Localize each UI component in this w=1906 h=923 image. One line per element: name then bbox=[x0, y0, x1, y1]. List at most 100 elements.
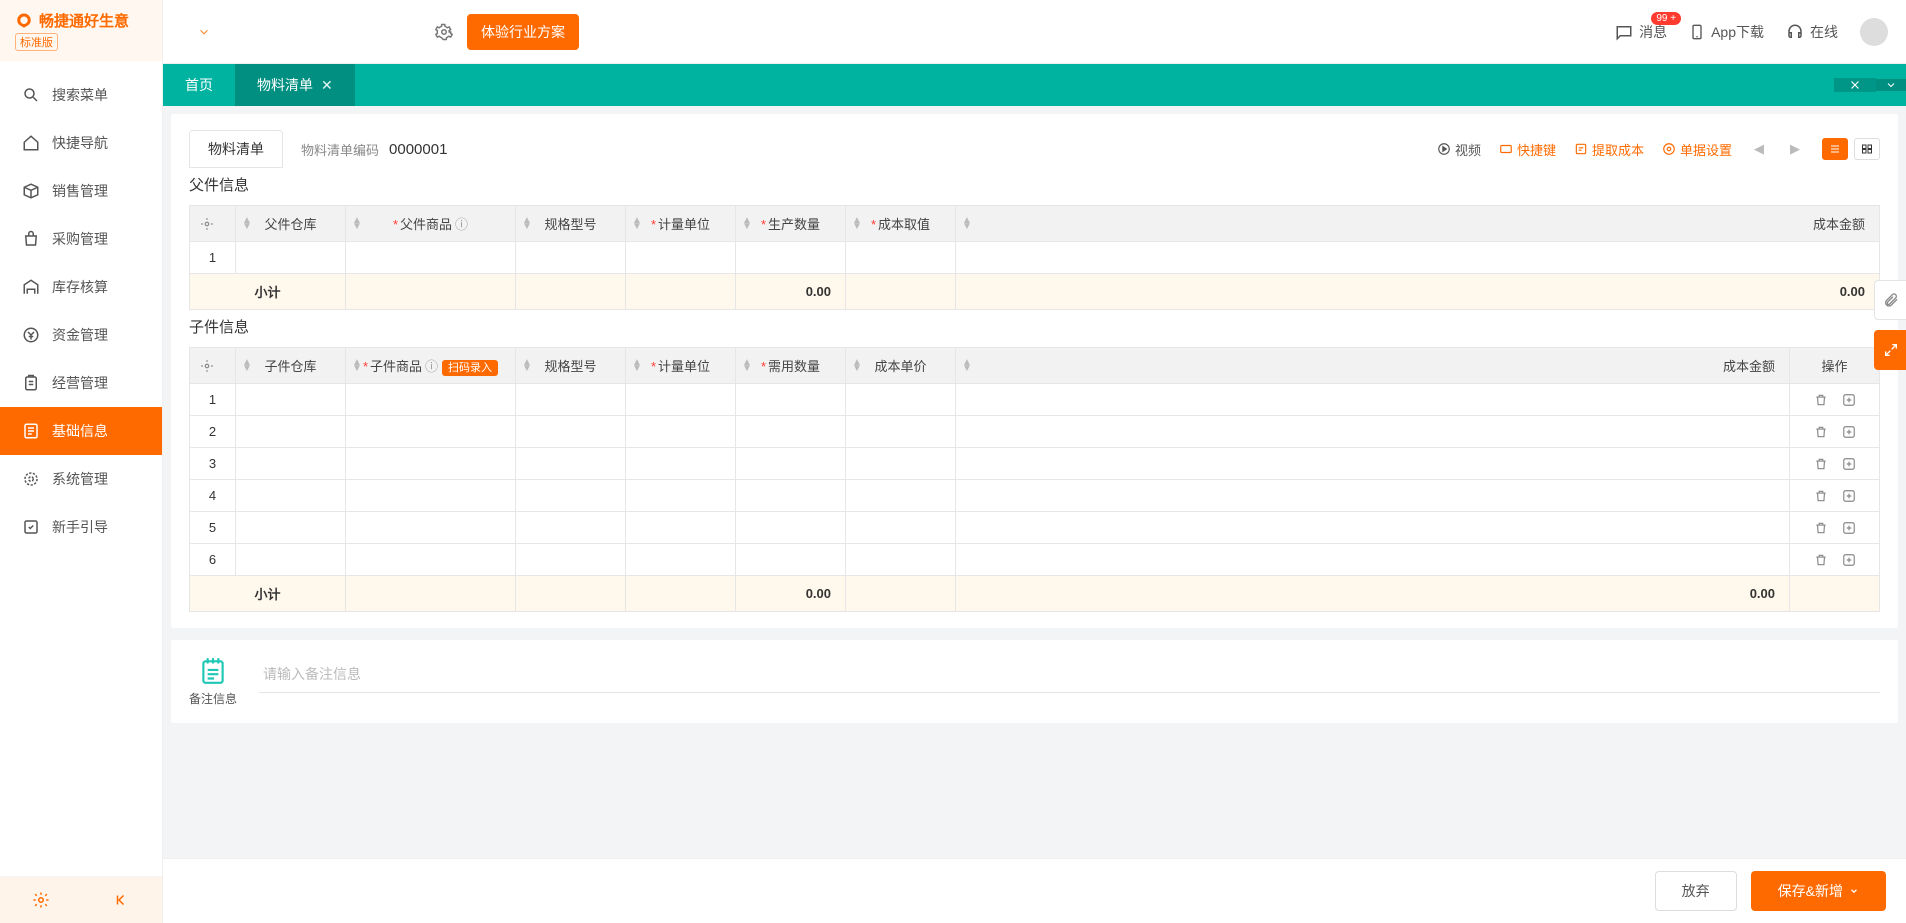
shortcut-link[interactable]: 快捷键 bbox=[1499, 140, 1556, 159]
add-row-icon[interactable] bbox=[1842, 521, 1856, 535]
nav-label: 采购管理 bbox=[52, 229, 108, 249]
nav-label: 搜索菜单 bbox=[52, 85, 108, 105]
delete-row-icon[interactable] bbox=[1814, 393, 1828, 407]
home-icon bbox=[22, 134, 40, 152]
settings-icon[interactable] bbox=[32, 891, 50, 909]
action-label: 快捷键 bbox=[1517, 140, 1556, 159]
delete-row-icon[interactable] bbox=[1814, 457, 1828, 471]
close-icon[interactable]: ✕ bbox=[321, 77, 333, 94]
delete-row-icon[interactable] bbox=[1814, 425, 1828, 439]
nav-funds[interactable]: 资金管理 bbox=[0, 311, 162, 359]
table-row[interactable]: 2 bbox=[190, 416, 1880, 448]
account-select[interactable] bbox=[181, 21, 421, 43]
nav-quicknav[interactable]: 快捷导航 bbox=[0, 119, 162, 167]
promo-button[interactable]: 体验行业方案 bbox=[467, 14, 579, 50]
nav-purchase[interactable]: 采购管理 bbox=[0, 215, 162, 263]
col-config[interactable] bbox=[190, 348, 236, 384]
next-doc[interactable]: ▶ bbox=[1786, 141, 1804, 157]
extract-cost-link[interactable]: 提取成本 bbox=[1574, 140, 1644, 159]
col-parent-cost-method[interactable]: ▲▼*成本取值 bbox=[846, 206, 956, 242]
collapse-icon[interactable] bbox=[113, 891, 131, 909]
add-row-icon[interactable] bbox=[1842, 457, 1856, 471]
add-row-icon[interactable] bbox=[1842, 425, 1856, 439]
float-tabs bbox=[1874, 280, 1906, 370]
col-child-unit[interactable]: ▲▼*计量单位 bbox=[626, 348, 736, 384]
col-child-need-qty[interactable]: ▲▼*需用数量 bbox=[736, 348, 846, 384]
col-parent-spec[interactable]: ▲▼规格型号 bbox=[516, 206, 626, 242]
table-row[interactable]: 1 bbox=[190, 384, 1880, 416]
help-icon[interactable]: ⓘ bbox=[425, 359, 438, 374]
nav-label: 销售管理 bbox=[52, 181, 108, 201]
table-row[interactable]: 3 bbox=[190, 448, 1880, 480]
col-child-cost-price[interactable]: ▲▼成本单价 bbox=[846, 348, 956, 384]
nav-sales[interactable]: 销售管理 bbox=[0, 167, 162, 215]
delete-row-icon[interactable] bbox=[1814, 489, 1828, 503]
gear-dashed-icon bbox=[22, 470, 40, 488]
save-new-button[interactable]: 保存&新增 bbox=[1751, 871, 1886, 911]
add-row-icon[interactable] bbox=[1842, 489, 1856, 503]
delete-row-icon[interactable] bbox=[1814, 553, 1828, 567]
expand-tab[interactable] bbox=[1874, 330, 1906, 370]
col-parent-product[interactable]: ▲▼*父件商品ⓘ bbox=[346, 206, 516, 242]
col-config[interactable] bbox=[190, 206, 236, 242]
col-parent-cost-amount[interactable]: ▲▼成本金额 bbox=[956, 206, 1880, 242]
app-download-link[interactable]: App下载 bbox=[1689, 22, 1764, 42]
tabs-more[interactable] bbox=[1876, 79, 1906, 91]
parent-table: ▲▼父件仓库 ▲▼*父件商品ⓘ ▲▼规格型号 ▲▼*计量单位 ▲▼*生产数量 ▲… bbox=[189, 205, 1880, 310]
headset-icon bbox=[1786, 23, 1804, 41]
col-parent-warehouse[interactable]: ▲▼父件仓库 bbox=[236, 206, 346, 242]
warehouse-icon bbox=[22, 278, 40, 296]
nav-operations[interactable]: 经营管理 bbox=[0, 359, 162, 407]
search-icon bbox=[22, 86, 40, 104]
tabstrip: 首页 物料清单 ✕ bbox=[163, 64, 1906, 106]
tab-label: 物料清单 bbox=[257, 75, 313, 95]
nav-system[interactable]: 系统管理 bbox=[0, 455, 162, 503]
tab-home[interactable]: 首页 bbox=[163, 64, 235, 106]
topbar: 体验行业方案 消息 99 + App下载 在线 bbox=[163, 0, 1906, 64]
video-link[interactable]: 视频 bbox=[1437, 140, 1481, 159]
notes-icon-wrap: 备注信息 bbox=[189, 656, 237, 707]
add-row-icon[interactable] bbox=[1842, 553, 1856, 567]
notes-label: 备注信息 bbox=[189, 690, 237, 707]
nav-label: 基础信息 bbox=[52, 421, 108, 441]
card-view-btn[interactable] bbox=[1854, 138, 1880, 160]
col-parent-qty[interactable]: ▲▼*生产数量 bbox=[736, 206, 846, 242]
nav-guide[interactable]: 新手引导 bbox=[0, 503, 162, 551]
prev-doc[interactable]: ◀ bbox=[1750, 141, 1768, 157]
online-link[interactable]: 在线 bbox=[1786, 22, 1838, 42]
footer: 放弃 保存&新增 bbox=[163, 858, 1906, 923]
list-view-btn[interactable] bbox=[1822, 138, 1848, 160]
logo-icon bbox=[15, 12, 33, 30]
add-row-icon[interactable] bbox=[1842, 393, 1856, 407]
delete-row-icon[interactable] bbox=[1814, 521, 1828, 535]
table-row[interactable]: 4 bbox=[190, 480, 1880, 512]
col-parent-unit[interactable]: ▲▼*计量单位 bbox=[626, 206, 736, 242]
main: 体验行业方案 消息 99 + App下载 在线 bbox=[163, 0, 1906, 923]
col-child-warehouse[interactable]: ▲▼子件仓库 bbox=[236, 348, 346, 384]
attachment-tab[interactable] bbox=[1874, 280, 1906, 320]
avatar[interactable] bbox=[1860, 18, 1888, 46]
doc-setting-link[interactable]: 单据设置 bbox=[1662, 140, 1732, 159]
nav-inventory[interactable]: 库存核算 bbox=[0, 263, 162, 311]
col-child-product[interactable]: ▲▼*子件商品ⓘ扫码录入 bbox=[346, 348, 516, 384]
scan-badge[interactable]: 扫码录入 bbox=[442, 360, 498, 376]
nav-search[interactable]: 搜索菜单 bbox=[0, 71, 162, 119]
nav-basics[interactable]: 基础信息 bbox=[0, 407, 162, 455]
content: 物料清单 物料清单编码 0000001 视频 快捷键 提取成本 单据设置 ◀ ▶ bbox=[163, 106, 1906, 858]
col-child-cost-amount[interactable]: ▲▼成本金额 bbox=[956, 348, 1790, 384]
table-row[interactable]: 1 bbox=[190, 242, 1880, 274]
notes-input[interactable] bbox=[259, 656, 1880, 693]
discard-button[interactable]: 放弃 bbox=[1655, 871, 1737, 911]
table-row[interactable]: 6 bbox=[190, 544, 1880, 576]
nav-label: 资金管理 bbox=[52, 325, 108, 345]
close-all-tabs[interactable] bbox=[1834, 78, 1876, 92]
tab-bom[interactable]: 物料清单 ✕ bbox=[235, 64, 355, 106]
col-child-spec[interactable]: ▲▼规格型号 bbox=[516, 348, 626, 384]
phone-icon bbox=[1689, 23, 1705, 41]
account-settings-icon[interactable] bbox=[435, 23, 453, 41]
table-row[interactable]: 5 bbox=[190, 512, 1880, 544]
brand-edition: 标准版 bbox=[15, 33, 58, 51]
messages-link[interactable]: 消息 99 + bbox=[1615, 22, 1667, 42]
help-icon[interactable]: ⓘ bbox=[455, 217, 468, 232]
doc-tab: 物料清单 bbox=[189, 130, 283, 168]
